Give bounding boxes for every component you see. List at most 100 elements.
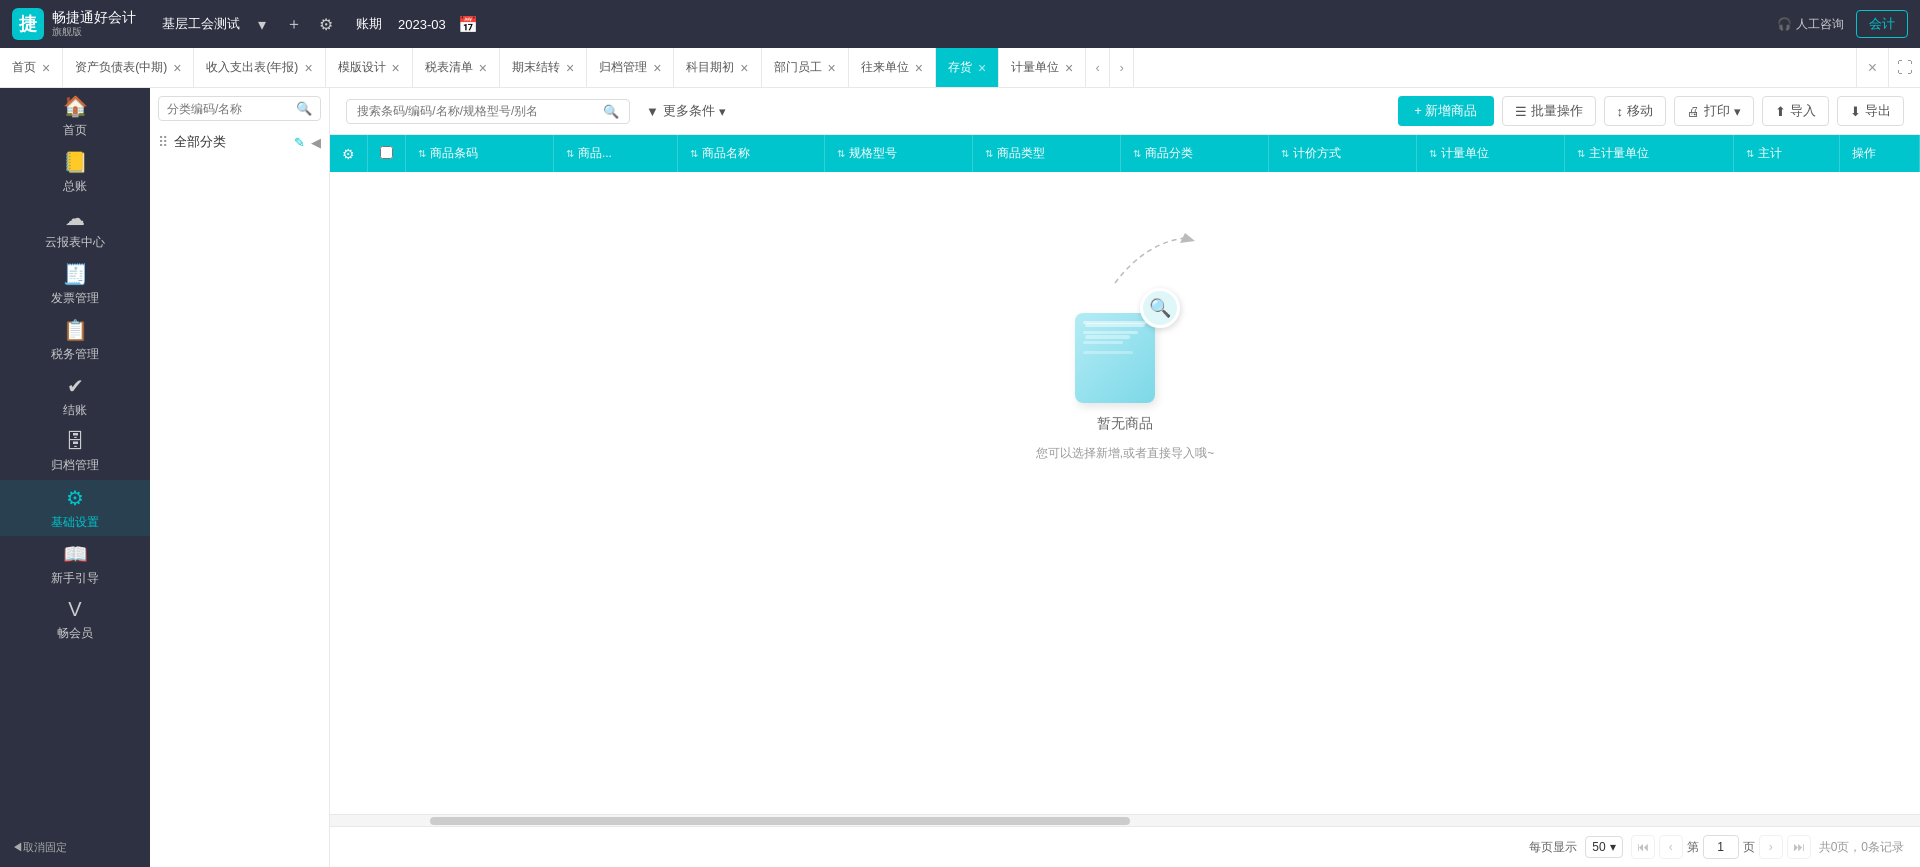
column-settings-icon[interactable]: ⚙: [342, 146, 355, 162]
unpin-button[interactable]: ◀取消固定: [12, 840, 138, 855]
col-code[interactable]: ⇅商品...: [553, 135, 677, 172]
header-icons: ▾ ＋ ⚙: [248, 10, 340, 38]
tab-nav-next[interactable]: ›: [1110, 48, 1134, 88]
calendar-icon[interactable]: 📅: [454, 10, 482, 38]
per-page-value: 50: [1592, 840, 1605, 854]
tab-close-unit[interactable]: ×: [1065, 60, 1073, 76]
tab-period[interactable]: 期末结转 ×: [500, 48, 587, 88]
tab-fullscreen-btn[interactable]: ⛶: [1888, 48, 1920, 88]
dropdown-icon[interactable]: ▾: [248, 10, 276, 38]
company-name[interactable]: 基层工会测试: [162, 15, 240, 33]
add-tab-icon[interactable]: ＋: [280, 10, 308, 38]
tab-income[interactable]: 收入支出表(年报) ×: [194, 48, 325, 88]
tab-home[interactable]: 首页 ×: [0, 48, 63, 88]
tab-close-home[interactable]: ×: [42, 60, 50, 76]
customer-service-btn[interactable]: 🎧 人工咨询: [1777, 16, 1844, 33]
col-pricing[interactable]: ⇅计价方式: [1269, 135, 1417, 172]
tab-close-all-btn[interactable]: ×: [1856, 48, 1888, 88]
sidebar-item-tax[interactable]: 📋 税务管理: [0, 312, 150, 368]
horizontal-scrollbar[interactable]: [330, 814, 1920, 826]
sidebar-item-ledger[interactable]: 📒 总账: [0, 144, 150, 200]
tab-nav-prev[interactable]: ‹: [1086, 48, 1110, 88]
settings-icon[interactable]: ⚙: [312, 10, 340, 38]
empty-state: 🔍 暂无商品 您可以选择新增,或者直接导入哦~: [330, 172, 1920, 572]
sidebar-item-basic[interactable]: ⚙ 基础设置: [0, 480, 150, 536]
sort-icon-pricing: ⇅: [1281, 148, 1289, 159]
col-spec[interactable]: ⇅规格型号: [825, 135, 973, 172]
sort-icon-cat: ⇅: [1133, 148, 1141, 159]
sidebar-label-cloud: 云报表中心: [45, 234, 105, 251]
scrollbar-thumb[interactable]: [430, 817, 1130, 825]
tab-close-dept[interactable]: ×: [828, 60, 836, 76]
col-checkbox: [368, 135, 406, 172]
select-all-checkbox[interactable]: [380, 146, 393, 159]
move-btn[interactable]: ↕ 移动: [1604, 96, 1667, 126]
col-main-unit[interactable]: ⇅主计量单位: [1565, 135, 1734, 172]
tab-balance[interactable]: 资产负债表(中期) ×: [63, 48, 194, 88]
import-btn[interactable]: ⬆ 导入: [1762, 96, 1829, 126]
page-suffix-label: 页: [1743, 839, 1755, 856]
tab-unit[interactable]: 计量单位 ×: [999, 48, 1086, 88]
tab-close-contacts[interactable]: ×: [915, 60, 923, 76]
tab-archive[interactable]: 归档管理 ×: [587, 48, 674, 88]
category-edit-icon[interactable]: ✎: [294, 135, 305, 150]
sort-icon-main: ⇅: [1746, 148, 1754, 159]
account-button[interactable]: 会计: [1856, 10, 1908, 38]
tab-close-subject[interactable]: ×: [740, 60, 748, 76]
product-search-icon[interactable]: 🔍: [603, 104, 619, 119]
sidebar-label-member: 畅会员: [57, 625, 93, 642]
batch-op-btn[interactable]: ☰ 批量操作: [1502, 96, 1596, 126]
tab-close-template[interactable]: ×: [392, 60, 400, 76]
col-main-unit-label: 主计量单位: [1589, 145, 1649, 162]
product-search-input[interactable]: [357, 104, 597, 118]
add-product-btn[interactable]: + 新增商品: [1398, 96, 1493, 126]
sidebar-item-home[interactable]: 🏠 首页: [0, 88, 150, 144]
tab-label: 税表清单: [425, 59, 473, 76]
page-first-btn[interactable]: ⏮: [1631, 835, 1655, 859]
tab-close-period[interactable]: ×: [566, 60, 574, 76]
tab-close-balance[interactable]: ×: [173, 60, 181, 76]
sidebar-item-invoice[interactable]: 🧾 发票管理: [0, 256, 150, 312]
sidebar-item-checkout[interactable]: ✔ 结账: [0, 368, 150, 424]
sidebar-item-member[interactable]: V 畅会员: [0, 592, 150, 648]
export-btn[interactable]: ⬇ 导出: [1837, 96, 1904, 126]
sidebar-item-guide[interactable]: 📖 新手引导: [0, 536, 150, 592]
tab-contacts[interactable]: 往来单位 ×: [849, 48, 936, 88]
sidebar-item-archive[interactable]: 🗄 归档管理: [0, 424, 150, 480]
tab-close-archive[interactable]: ×: [653, 60, 661, 76]
print-btn[interactable]: 🖨 打印 ▾: [1674, 96, 1754, 126]
tab-dept[interactable]: 部门员工 ×: [762, 48, 849, 88]
col-main[interactable]: ⇅主计: [1733, 135, 1839, 172]
per-page-select[interactable]: 50 ▾: [1585, 836, 1622, 858]
tab-bar: 首页 × 资产负债表(中期) × 收入支出表(年报) × 模版设计 × 税表清单…: [0, 48, 1920, 88]
page-last-btn[interactable]: ⏭: [1787, 835, 1811, 859]
left-panel: 🔍 ⠿ 全部分类 ✎ ◀: [150, 88, 330, 867]
sidebar-item-cloud[interactable]: ☁ 云报表中心: [0, 200, 150, 256]
page-number-input[interactable]: [1703, 835, 1739, 859]
tab-tax[interactable]: 税表清单 ×: [413, 48, 500, 88]
tab-template[interactable]: 模版设计 ×: [326, 48, 413, 88]
category-collapse-icon[interactable]: ◀: [311, 135, 321, 150]
total-label: 共0页，0条记录: [1819, 839, 1904, 856]
tab-label: 归档管理: [599, 59, 647, 76]
tab-subject[interactable]: 科目期初 ×: [674, 48, 761, 88]
category-label[interactable]: 全部分类: [174, 133, 226, 151]
col-category[interactable]: ⇅ 商品分类: [1121, 135, 1269, 172]
more-filter-btn[interactable]: ▼ 更多条件 ▾: [638, 98, 734, 124]
col-category-label: 商品分类: [1145, 145, 1193, 162]
tab-close-inventory[interactable]: ×: [978, 60, 986, 76]
page-prev-btn[interactable]: ‹: [1659, 835, 1683, 859]
tab-close-income[interactable]: ×: [304, 60, 312, 76]
product-search-wrap: 🔍: [346, 99, 630, 124]
tab-inventory[interactable]: 存货 ×: [936, 48, 999, 88]
page-next-btn[interactable]: ›: [1759, 835, 1783, 859]
col-name[interactable]: ⇅商品名称: [677, 135, 825, 172]
col-barcode[interactable]: ⇅商品条码: [406, 135, 554, 172]
headset-icon: 🎧: [1777, 17, 1792, 31]
col-unit[interactable]: ⇅计量单位: [1417, 135, 1565, 172]
category-search-input[interactable]: [167, 102, 290, 116]
search-toolbar: 🔍 ▼ 更多条件 ▾ + 新增商品 ☰ 批量操作 ↕: [330, 88, 1920, 135]
category-search-icon[interactable]: 🔍: [296, 101, 312, 116]
col-type[interactable]: ⇅商品类型: [973, 135, 1121, 172]
tab-close-tax[interactable]: ×: [479, 60, 487, 76]
